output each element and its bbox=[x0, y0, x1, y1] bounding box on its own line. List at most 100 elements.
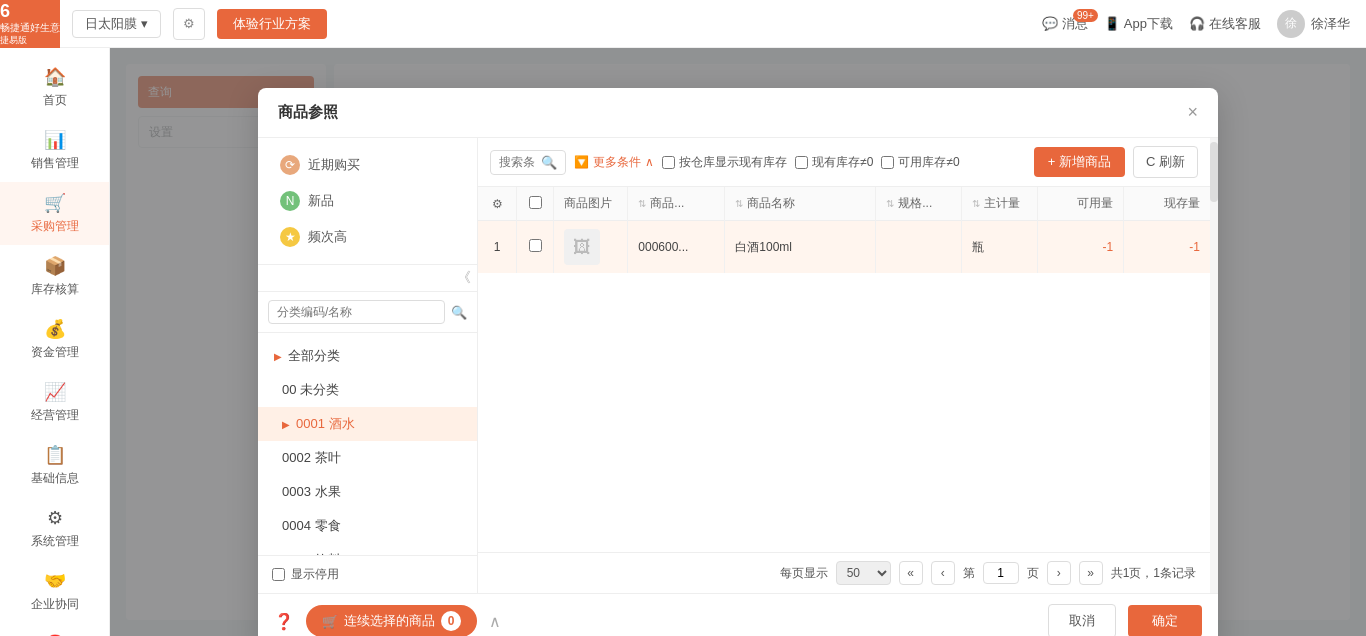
col-header-unit: ⇅ 主计量 bbox=[962, 187, 1037, 221]
col-header-code: ⇅ 商品... bbox=[628, 187, 725, 221]
help-icon[interactable]: ❓ bbox=[274, 612, 294, 631]
headset-icon: 🎧 bbox=[1189, 16, 1205, 31]
warehouse-stock-checkbox[interactable] bbox=[662, 156, 675, 169]
settings-icon[interactable]: ⚙ bbox=[173, 8, 205, 40]
app-download-nav[interactable]: 📱 App下载 bbox=[1104, 15, 1173, 33]
quick-item-frequent[interactable]: ★ 频次高 bbox=[268, 220, 467, 254]
select-all-checkbox[interactable] bbox=[529, 196, 542, 209]
product-table-wrap: ⚙ 商品图片 bbox=[478, 187, 1210, 552]
modal-close-button[interactable]: × bbox=[1187, 102, 1198, 123]
table-row[interactable]: 1 🖼 000600... 白酒100ml bbox=[478, 221, 1210, 274]
page-size-select[interactable]: 50 100 bbox=[836, 561, 891, 585]
cat-item-0002[interactable]: 0002 茶叶 bbox=[258, 441, 477, 475]
sales-icon: 📊 bbox=[44, 129, 66, 151]
confirm-button[interactable]: 确定 bbox=[1128, 605, 1202, 636]
table-toolbar: 🔍 🔽 更多条件 ∧ 按仓库显示现有库存 bbox=[478, 138, 1210, 187]
cat-item-0003[interactable]: 0003 水果 bbox=[258, 475, 477, 509]
modal-scrollbar[interactable] bbox=[1210, 138, 1218, 593]
sidebar-item-inventory[interactable]: 📦 库存核算 bbox=[0, 245, 109, 308]
page-number-input[interactable] bbox=[983, 562, 1019, 584]
sidebar-item-enterprise[interactable]: 🤝 企业协同 bbox=[0, 560, 109, 623]
service-label: 在线客服 bbox=[1209, 15, 1261, 33]
sidebar-item-finance[interactable]: 💰 资金管理 bbox=[0, 308, 109, 371]
cat-item-all[interactable]: ▶ 全部分类 bbox=[258, 339, 477, 373]
row-img: 🖼 bbox=[553, 221, 627, 274]
refresh-button[interactable]: C 刷新 bbox=[1133, 146, 1198, 178]
category-list: ▶ 全部分类 00 未分类 ▶ 0001 酒水 0002 茶 bbox=[258, 333, 477, 555]
sidebar-item-basics[interactable]: 📋 基础信息 bbox=[0, 434, 109, 497]
right-panel: 🔍 🔽 更多条件 ∧ 按仓库显示现有库存 bbox=[478, 138, 1210, 593]
next-page-button[interactable]: › bbox=[1047, 561, 1071, 585]
row-avail: -1 bbox=[1037, 221, 1123, 274]
sidebar-item-operation[interactable]: 📈 经营管理 bbox=[0, 371, 109, 434]
phone-icon: 📱 bbox=[1104, 16, 1120, 31]
cat-item-0001[interactable]: ▶ 0001 酒水 bbox=[258, 407, 477, 441]
modal-overlay: 商品参照 × ⟳ 近期购买 bbox=[110, 48, 1366, 636]
filter-icon: 🔽 bbox=[574, 155, 589, 169]
sort-name-icon[interactable]: ⇅ bbox=[735, 198, 743, 209]
product-search-wrap: 🔍 bbox=[490, 150, 566, 175]
message-nav[interactable]: 💬 消息 99+ bbox=[1042, 15, 1088, 33]
product-search-icon[interactable]: 🔍 bbox=[541, 155, 557, 170]
main-content: 查询 设置 商品参照 × bbox=[110, 48, 1366, 636]
home-icon: 🏠 bbox=[44, 66, 66, 88]
col-header-spec: ⇅ 规格... bbox=[876, 187, 962, 221]
quick-item-recent[interactable]: ⟳ 近期购买 bbox=[268, 148, 467, 182]
service-nav[interactable]: 🎧 在线客服 bbox=[1189, 15, 1261, 33]
category-search-input[interactable] bbox=[268, 300, 445, 324]
avatar: 徐 bbox=[1277, 10, 1305, 38]
current-stock-checkbox[interactable] bbox=[795, 156, 808, 169]
clock-icon: ⟳ bbox=[280, 155, 300, 175]
row-unit: 瓶 bbox=[962, 221, 1037, 274]
warehouse-stock-filter[interactable]: 按仓库显示现有库存 bbox=[662, 154, 787, 171]
user-nav[interactable]: 徐 徐泽华 bbox=[1277, 10, 1350, 38]
last-page-button[interactable]: » bbox=[1079, 561, 1103, 585]
sidebar-label-basics: 基础信息 bbox=[31, 470, 79, 487]
cat-item-0004[interactable]: 0004 零食 bbox=[258, 509, 477, 543]
product-search-input[interactable] bbox=[499, 155, 535, 169]
row-checkbox[interactable] bbox=[529, 239, 542, 252]
cat-label-00: 00 未分类 bbox=[282, 381, 339, 399]
avail-stock-label: 可用库存≠0 bbox=[898, 154, 959, 171]
sidebar-item-purchase[interactable]: 🛒 采购管理 bbox=[0, 182, 109, 245]
col-stock-label: 现存量 bbox=[1164, 196, 1200, 210]
avail-stock-checkbox[interactable] bbox=[881, 156, 894, 169]
panel-collapse-button[interactable]: 《 bbox=[457, 269, 471, 287]
sidebar-item-home[interactable]: 🏠 首页 bbox=[0, 56, 109, 119]
footer-collapse-icon[interactable]: ∧ bbox=[489, 612, 501, 631]
sort-spec-icon[interactable]: ⇅ bbox=[886, 198, 894, 209]
finance-icon: 💰 bbox=[44, 318, 66, 340]
sidebar-item-guide[interactable]: 🎯 新手引导 bbox=[0, 623, 109, 636]
col-header-img: 商品图片 bbox=[553, 187, 627, 221]
dropdown-arrow-icon: ▾ bbox=[141, 16, 148, 31]
cat-item-0005[interactable]: 0005 饮料 bbox=[258, 543, 477, 555]
settings-col-icon[interactable]: ⚙ bbox=[492, 197, 503, 211]
enterprise-icon: 🤝 bbox=[44, 570, 66, 592]
sidebar-label-enterprise: 企业协同 bbox=[31, 596, 79, 613]
trial-button[interactable]: 体验行业方案 bbox=[217, 9, 327, 39]
sidebar: 🏠 首页 📊 销售管理 🛒 采购管理 📦 库存核算 💰 资金管理 📈 经营管理 … bbox=[0, 48, 110, 636]
row-name: 白酒100ml bbox=[725, 221, 876, 274]
sidebar-label-operation: 经营管理 bbox=[31, 407, 79, 424]
more-filter-button[interactable]: 🔽 更多条件 ∧ bbox=[574, 154, 654, 171]
cancel-button[interactable]: 取消 bbox=[1048, 604, 1116, 636]
sidebar-item-sales[interactable]: 📊 销售管理 bbox=[0, 119, 109, 182]
current-stock-label: 现有库存≠0 bbox=[812, 154, 873, 171]
cart-select-button[interactable]: 🛒 连续选择的商品 0 bbox=[306, 605, 477, 636]
product-reference-modal: 商品参照 × ⟳ 近期购买 bbox=[258, 88, 1218, 636]
category-search-icon[interactable]: 🔍 bbox=[451, 305, 467, 320]
add-product-button[interactable]: + 新增商品 bbox=[1034, 147, 1125, 177]
store-dropdown[interactable]: 日太阳膜 ▾ bbox=[72, 10, 161, 38]
col-name-label: 商品名称 bbox=[747, 195, 795, 212]
show-disabled-checkbox[interactable] bbox=[272, 568, 285, 581]
avail-stock-filter[interactable]: 可用库存≠0 bbox=[881, 154, 959, 171]
sort-code-icon[interactable]: ⇅ bbox=[638, 198, 646, 209]
sort-unit-icon[interactable]: ⇅ bbox=[972, 198, 980, 209]
cat-item-00[interactable]: 00 未分类 bbox=[258, 373, 477, 407]
first-page-button[interactable]: « bbox=[899, 561, 923, 585]
sidebar-label-system: 系统管理 bbox=[31, 533, 79, 550]
current-stock-filter[interactable]: 现有库存≠0 bbox=[795, 154, 873, 171]
prev-page-button[interactable]: ‹ bbox=[931, 561, 955, 585]
sidebar-item-system[interactable]: ⚙ 系统管理 bbox=[0, 497, 109, 560]
quick-item-new[interactable]: N 新品 bbox=[268, 184, 467, 218]
